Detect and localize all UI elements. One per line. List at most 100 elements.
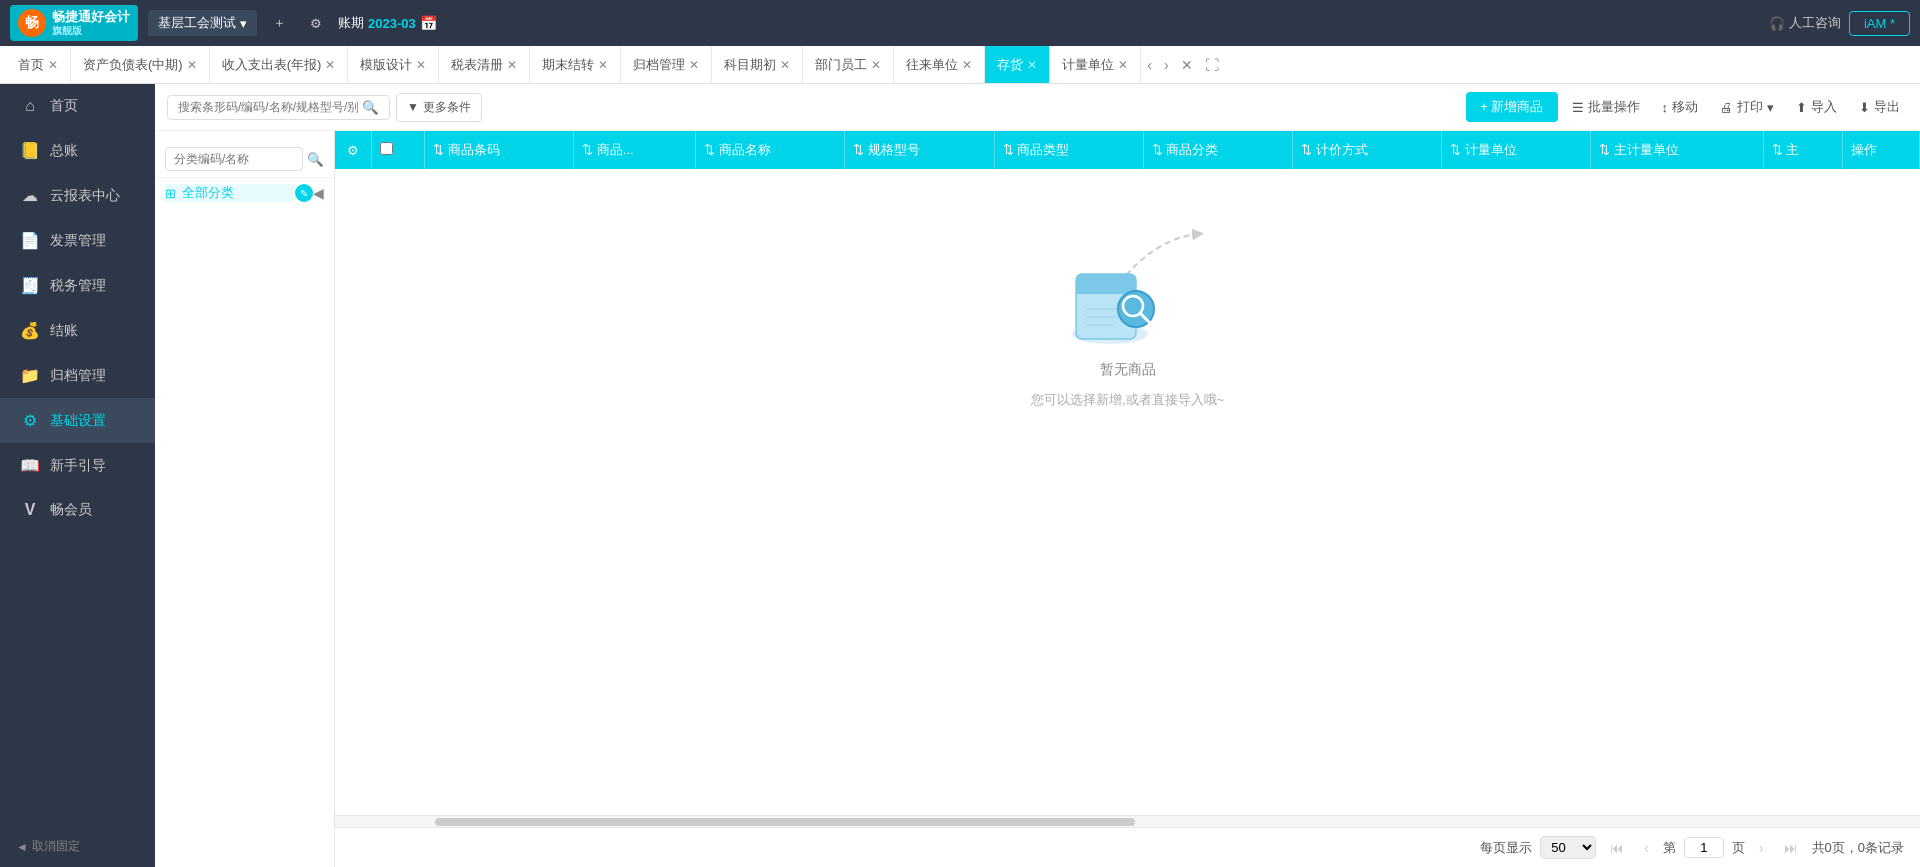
col-spec[interactable]: ⇅ 规格型号 — [845, 131, 994, 169]
main-search-button[interactable]: 🔍 — [362, 100, 379, 115]
more-filter-button[interactable]: ▼ 更多条件 — [396, 93, 482, 122]
company-name: 基层工会测试 — [158, 14, 236, 32]
sidebar-label: 新手引导 — [50, 457, 106, 475]
tab-label: 资产负债表(中期) — [83, 56, 183, 74]
main-search-input[interactable] — [178, 100, 358, 114]
table-container: ⚙ ⇅ 商品条码 ⇅ 商品... ⇅ 商品名称 — [335, 131, 1920, 867]
first-page-button[interactable]: ⏮ — [1604, 837, 1630, 859]
sidebar-item-invoice[interactable]: 📄 发票管理 — [0, 218, 155, 263]
sidebar-item-close-account[interactable]: 💰 结账 — [0, 308, 155, 353]
human-service[interactable]: 🎧 人工咨询 — [1769, 14, 1841, 32]
tab-close-icon[interactable]: ✕ — [871, 58, 881, 72]
sidebar-item-cloud[interactable]: ☁ 云报表中心 — [0, 173, 155, 218]
tab-close-icon[interactable]: ✕ — [689, 58, 699, 72]
col-price-method[interactable]: ⇅ 计价方式 — [1292, 131, 1441, 169]
tab-tax[interactable]: 税表清册 ✕ — [439, 46, 530, 84]
tab-unit[interactable]: 计量单位 ✕ — [1050, 46, 1141, 84]
sidebar-item-tax[interactable]: 🧾 税务管理 — [0, 263, 155, 308]
doc-svg — [1068, 259, 1168, 349]
page-number-input[interactable] — [1684, 837, 1724, 858]
tab-nav-next[interactable]: › — [1158, 53, 1175, 77]
tab-close-icon[interactable]: ✕ — [48, 58, 58, 72]
scroll-thumb[interactable] — [435, 818, 1135, 826]
col-barcode[interactable]: ⇅ 商品条码 — [425, 131, 574, 169]
tab-income[interactable]: 收入支出表(年报) ✕ — [210, 46, 349, 84]
col-category[interactable]: ⇅ 商品分类 — [1143, 131, 1292, 169]
col-checkbox[interactable] — [371, 131, 425, 169]
col-actions: 操作 — [1843, 131, 1920, 169]
all-category-item[interactable]: ⊞ 全部分类 — [165, 184, 295, 202]
tab-dept[interactable]: 部门员工 ✕ — [803, 46, 894, 84]
tab-close-icon[interactable]: ✕ — [780, 58, 790, 72]
col-type[interactable]: ⇅ 商品类型 — [994, 131, 1143, 169]
prev-page-button[interactable]: ‹ — [1638, 837, 1655, 859]
tab-close-icon[interactable]: ✕ — [598, 58, 608, 72]
period-value: 2023-03 — [368, 16, 416, 31]
col-unit[interactable]: ⇅ 计量单位 — [1442, 131, 1591, 169]
tab-subject[interactable]: 科目期初 ✕ — [712, 46, 803, 84]
col-name[interactable]: ⇅ 商品名称 — [696, 131, 845, 169]
empty-sub-text: 您可以选择新增,或者直接导入哦~ — [1031, 391, 1224, 409]
sidebar-item-member[interactable]: V 畅会员 — [0, 488, 155, 532]
sidebar-item-guide[interactable]: 📖 新手引导 — [0, 443, 155, 488]
pagination-bar: 每页显示 20 50 100 200 ⏮ ‹ 第 页 › ⏭ 共0页，0条记录 — [335, 827, 1920, 867]
sidebar-item-home[interactable]: ⌂ 首页 — [0, 84, 155, 128]
category-search-input[interactable] — [165, 147, 303, 171]
tab-nav-prev[interactable]: ‹ — [1141, 53, 1158, 77]
tab-close-icon[interactable]: ✕ — [416, 58, 426, 72]
tab-inventory[interactable]: 存货 ✕ — [985, 46, 1050, 84]
tab-close-icon[interactable]: ✕ — [1118, 58, 1128, 72]
select-all-checkbox[interactable] — [380, 142, 393, 155]
tab-close-icon[interactable]: ✕ — [325, 58, 335, 72]
horizontal-scrollbar[interactable] — [335, 815, 1920, 827]
per-page-select[interactable]: 20 50 100 200 — [1540, 836, 1596, 859]
add-tab-button[interactable]: ＋ — [265, 10, 294, 36]
filter-icon: ▼ — [407, 100, 419, 114]
sidebar-item-ledger[interactable]: 📒 总账 — [0, 128, 155, 173]
sidebar-label: 结账 — [50, 322, 78, 340]
account-button[interactable]: iAM * — [1849, 11, 1910, 36]
col-code[interactable]: ⇅ 商品... — [574, 131, 696, 169]
tab-close-all[interactable]: ✕ — [1175, 53, 1199, 77]
tab-close-icon[interactable]: ✕ — [187, 58, 197, 72]
tab-period-end[interactable]: 期末结转 ✕ — [530, 46, 621, 84]
tab-balance[interactable]: 资产负债表(中期) ✕ — [71, 46, 210, 84]
category-search-button[interactable]: 🔍 — [307, 152, 324, 167]
tab-partners[interactable]: 往来单位 ✕ — [894, 46, 985, 84]
tab-template[interactable]: 模版设计 ✕ — [348, 46, 439, 84]
logo-main: 畅捷通好会计 — [52, 9, 130, 25]
col-name-label: ⇅ 商品名称 — [704, 142, 771, 157]
logo-sub: 旗舰版 — [52, 25, 130, 37]
col-settings[interactable]: ⚙ — [335, 131, 371, 169]
move-button[interactable]: ↕ 移动 — [1654, 94, 1707, 120]
batch-operation-button[interactable]: ☰ 批量操作 — [1564, 94, 1648, 120]
category-search: 🔍 — [155, 141, 334, 178]
sidebar-label: 总账 — [50, 142, 78, 160]
tab-home[interactable]: 首页 ✕ — [6, 46, 71, 84]
add-product-button[interactable]: + 新增商品 — [1466, 92, 1557, 122]
col-main[interactable]: ⇅ 主 — [1763, 131, 1843, 169]
collapse-panel-button[interactable]: ◀ — [313, 185, 324, 201]
company-selector[interactable]: 基层工会测试 ▾ — [148, 10, 257, 36]
edit-category-button[interactable]: ✎ — [295, 184, 313, 202]
tab-close-icon[interactable]: ✕ — [1027, 58, 1037, 72]
tab-close-icon[interactable]: ✕ — [507, 58, 517, 72]
logo-area[interactable]: 畅 畅捷通好会计 旗舰版 — [10, 5, 138, 41]
next-page-button[interactable]: › — [1753, 837, 1770, 859]
tab-expand[interactable]: ⛶ — [1199, 53, 1225, 77]
page-label: 第 — [1663, 839, 1676, 857]
tab-label: 首页 — [18, 56, 44, 74]
export-button[interactable]: ⬇ 导出 — [1851, 94, 1908, 120]
import-button[interactable]: ⬆ 导入 — [1788, 94, 1845, 120]
sidebar-item-settings[interactable]: ⚙ 基础设置 — [0, 398, 155, 443]
tab-close-icon[interactable]: ✕ — [962, 58, 972, 72]
move-icon: ↕ — [1662, 100, 1669, 115]
last-page-button[interactable]: ⏭ — [1778, 837, 1804, 859]
col-main-unit[interactable]: ⇅ 主计量单位 — [1591, 131, 1763, 169]
calendar-icon[interactable]: 📅 — [420, 15, 437, 31]
print-button[interactable]: 🖨 打印 ▾ — [1712, 94, 1782, 120]
sidebar-cancel-fixed[interactable]: ◄ 取消固定 — [0, 826, 155, 867]
tab-archive[interactable]: 归档管理 ✕ — [621, 46, 712, 84]
sidebar-item-archive[interactable]: 📁 归档管理 — [0, 353, 155, 398]
settings-button[interactable]: ⚙ — [302, 12, 330, 35]
